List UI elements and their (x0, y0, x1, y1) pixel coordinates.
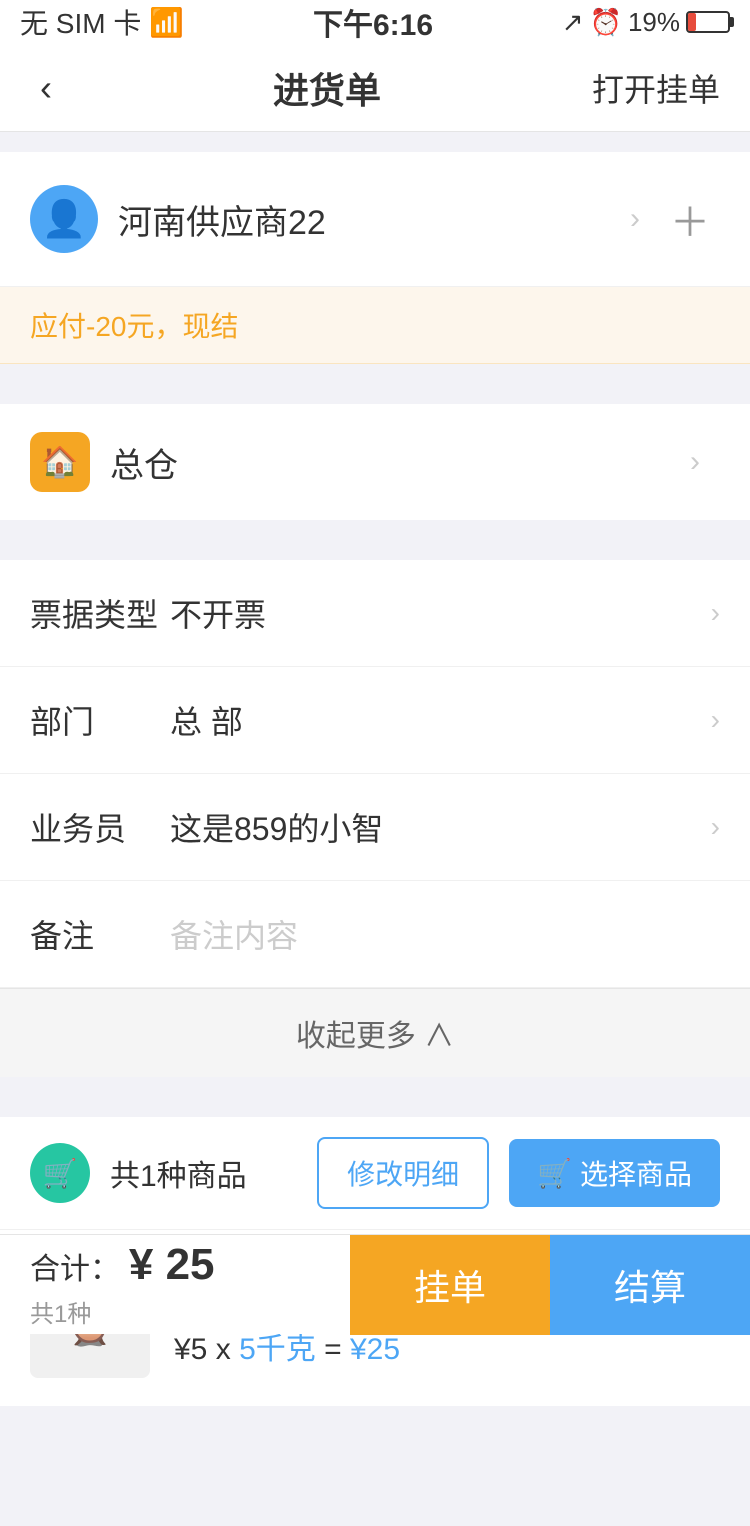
status-bar: 无 SIM 卡 📶 下午6:16 ↗ ⏰ 19% (0, 0, 750, 44)
warehouse-name: 总仓 (110, 438, 690, 487)
ticket-type-row[interactable]: 票据类型 不开票 › (0, 560, 750, 667)
salesman-label: 业务员 (30, 804, 170, 850)
department-value: 总 部 (170, 697, 711, 743)
products-header: 🛒 共1种商品 修改明细 🛒 选择商品 (0, 1117, 750, 1230)
settle-button[interactable]: 结算 (550, 1235, 750, 1335)
warehouse-section: 🏠 总仓 › (0, 404, 750, 520)
divider-4 (0, 1097, 750, 1117)
person-icon: 👤 (42, 198, 87, 240)
notice-bar: 应付-20元，现结 (0, 287, 750, 364)
chevron-right-icon: › (711, 811, 720, 843)
gps-icon: ↗ (562, 7, 584, 38)
ticket-type-value: 不开票 (170, 590, 711, 636)
form-section: 票据类型 不开票 › 部门 总 部 › 业务员 这是859的小智 › 备注 备注… (0, 560, 750, 1077)
ticket-type-label: 票据类型 (30, 590, 170, 636)
total-sub: 共1种 (30, 1294, 320, 1329)
divider-2 (0, 384, 750, 404)
footer-total: 合计： ¥ 25 共1种 (0, 1240, 350, 1329)
hang-button[interactable]: 挂单 (350, 1235, 550, 1335)
status-left: 无 SIM 卡 📶 (20, 2, 184, 42)
supplier-section: 👤 河南供应商22 › ＋ 应付-20元，现结 (0, 152, 750, 364)
notice-text: 应付-20元，现结 (30, 311, 238, 342)
divider-1 (0, 132, 750, 152)
remark-row[interactable]: 备注 备注内容 (0, 881, 750, 988)
collapse-button[interactable]: 收起更多 ∧ (0, 988, 750, 1077)
remark-label: 备注 (30, 911, 170, 957)
warehouse-row[interactable]: 🏠 总仓 › (0, 404, 750, 520)
back-button[interactable]: ‹ (30, 57, 62, 119)
total-amount: ¥ 25 (129, 1240, 215, 1289)
footer-spacer (0, 1426, 750, 1526)
remark-placeholder: 备注内容 (170, 911, 720, 957)
products-icon: 🛒 (30, 1143, 90, 1203)
status-right: ↗ ⏰ 19% (562, 7, 730, 38)
alarm-icon: ⏰ (590, 7, 622, 38)
salesman-row[interactable]: 业务员 这是859的小智 › (0, 774, 750, 881)
supplier-name: 河南供应商22 (118, 195, 630, 244)
status-time: 下午6:16 (313, 0, 433, 44)
footer: 合计： ¥ 25 共1种 挂单 结算 (0, 1234, 750, 1334)
divider-3 (0, 540, 750, 560)
wifi-icon: 📶 (149, 6, 184, 39)
edit-details-button[interactable]: 修改明细 (317, 1137, 489, 1209)
open-pending-button[interactable]: 打开挂单 (592, 65, 720, 111)
chevron-right-icon: › (630, 202, 640, 236)
department-row[interactable]: 部门 总 部 › (0, 667, 750, 774)
warehouse-icon: 🏠 (30, 432, 90, 492)
select-products-button[interactable]: 🛒 选择商品 (509, 1139, 720, 1207)
supplier-avatar: 👤 (30, 185, 98, 253)
products-count: 共1种商品 (110, 1151, 297, 1195)
total-line: 合计： ¥ 25 (30, 1240, 320, 1290)
department-label: 部门 (30, 697, 170, 743)
carrier-text: 无 SIM 卡 (20, 2, 141, 42)
battery-icon (686, 11, 730, 33)
chevron-right-icon: › (711, 704, 720, 736)
total-label: 合计： (30, 1253, 120, 1286)
chevron-right-icon: › (711, 597, 720, 629)
select-icon: 🛒 (537, 1157, 572, 1190)
nav-bar: ‹ 进货单 打开挂单 (0, 44, 750, 132)
page-title: 进货单 (273, 62, 381, 114)
supplier-row[interactable]: 👤 河南供应商22 › ＋ (0, 152, 750, 287)
salesman-value: 这是859的小智 (170, 804, 711, 850)
chevron-right-icon: › (690, 445, 700, 479)
add-button[interactable]: ＋ (660, 180, 720, 258)
battery-percent: 19% (628, 7, 680, 38)
